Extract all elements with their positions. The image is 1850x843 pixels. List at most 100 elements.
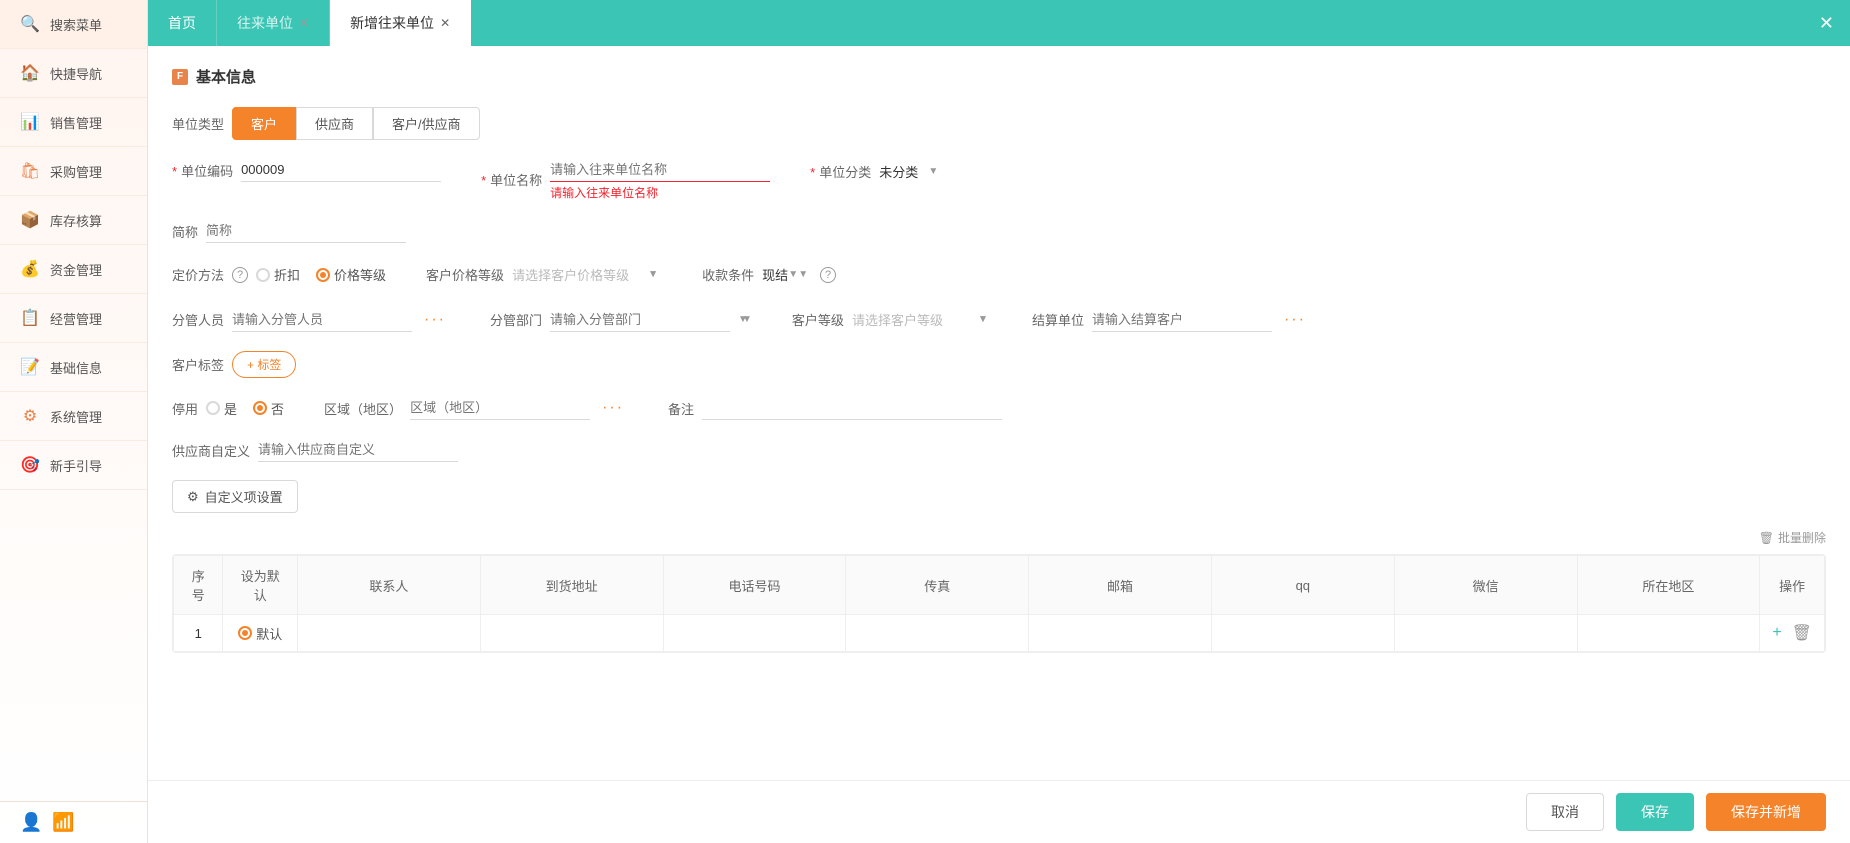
- gear-icon: ⚙: [187, 489, 199, 505]
- customer-tag-label: 客户标签: [172, 355, 224, 374]
- save-and-new-button[interactable]: 保存并新增: [1706, 793, 1826, 831]
- row-actions: + 🗑: [1772, 623, 1812, 643]
- disabled-radio-no[interactable]: 否: [253, 399, 284, 418]
- type-btn-customer[interactable]: 客户: [232, 107, 296, 140]
- cell-region[interactable]: [1577, 615, 1760, 652]
- wechat-input[interactable]: [1407, 626, 1565, 641]
- sidebar-item-purchase[interactable]: 🛍 采购管理: [0, 147, 147, 196]
- sidebar-bottom: 👤 📶: [0, 801, 147, 843]
- cell-qq[interactable]: [1211, 615, 1394, 652]
- tab-new-unit[interactable]: 新增往来单位 ✕: [330, 0, 471, 46]
- unit-code-label: 单位编码: [172, 161, 233, 180]
- region-cell-input[interactable]: [1590, 626, 1748, 641]
- finance-icon: 💰: [20, 259, 40, 279]
- custom-settings-btn[interactable]: ⚙ 自定义项设置: [172, 480, 298, 513]
- cell-email[interactable]: [1029, 615, 1212, 652]
- qq-input[interactable]: [1224, 626, 1382, 641]
- department-input[interactable]: [550, 308, 730, 332]
- tab-units[interactable]: 往来单位 ✕: [217, 0, 330, 46]
- payment-terms-label: 收款条件: [702, 265, 754, 284]
- type-btn-supplier[interactable]: 供应商: [296, 107, 373, 140]
- fax-input[interactable]: [858, 626, 1016, 641]
- col-email: 邮箱: [1029, 556, 1212, 615]
- customer-price-level-field: 客户价格等级 请选择客户价格等级 ▼: [426, 261, 662, 288]
- unit-name-error: 请输入往来单位名称: [550, 184, 770, 201]
- sidebar-item-quicknav[interactable]: 🏠 快捷导航: [0, 49, 147, 98]
- tab-units-close[interactable]: ✕: [299, 16, 309, 30]
- unit-name-input[interactable]: [550, 158, 770, 182]
- customer-level-placeholder[interactable]: 请选择客户等级: [852, 306, 992, 333]
- content-area: F 基本信息 单位类型 客户 供应商 客户/供应商 单位编码 单位名称: [148, 46, 1850, 780]
- region-input[interactable]: [410, 396, 590, 420]
- add-tag-btn[interactable]: + 标签: [232, 351, 296, 378]
- default-radio[interactable]: 默认: [235, 624, 285, 643]
- customer-price-level-placeholder[interactable]: 请选择客户价格等级: [512, 261, 662, 288]
- phone-input[interactable]: [676, 626, 834, 641]
- close-all-tabs[interactable]: ✕: [1803, 13, 1850, 34]
- customer-tag-row: 客户标签 + 标签: [172, 351, 1826, 378]
- sidebar-item-guide[interactable]: 🎯 新手引导: [0, 441, 147, 490]
- sidebar-item-inventory[interactable]: 📦 库存核算: [0, 196, 147, 245]
- cell-phone[interactable]: [663, 615, 846, 652]
- tab-home[interactable]: 首页: [148, 0, 217, 46]
- unit-type-row: 单位类型 客户 供应商 客户/供应商: [172, 107, 1826, 140]
- unit-name-input-group: 请输入往来单位名称: [550, 158, 770, 201]
- no-radio-dot: [253, 401, 267, 415]
- remark-input[interactable]: [702, 396, 1002, 420]
- col-fax: 传真: [846, 556, 1029, 615]
- cell-wechat[interactable]: [1394, 615, 1577, 652]
- sidebar-item-basicinfo[interactable]: 📝 基础信息: [0, 343, 147, 392]
- sidebar-item-sales[interactable]: 📊 销售管理: [0, 98, 147, 147]
- address-input[interactable]: [493, 626, 651, 641]
- tab-new-unit-close[interactable]: ✕: [440, 16, 450, 30]
- expand-icon[interactable]: 📶: [52, 812, 74, 833]
- sidebar-item-search[interactable]: 🔍 搜索菜单: [0, 0, 147, 49]
- disabled-radio-yes[interactable]: 是: [206, 399, 237, 418]
- cell-fax[interactable]: [846, 615, 1029, 652]
- contact-table-wrapper: 序号 设为默认 联系人 到货地址 电话号码 传真 邮箱 qq 微信 所在地区 操…: [172, 554, 1826, 653]
- unit-code-input[interactable]: [241, 158, 441, 182]
- manager-more-btn[interactable]: ···: [420, 311, 450, 329]
- table-header: 序号 设为默认 联系人 到货地址 电话号码 传真 邮箱 qq 微信 所在地区 操…: [174, 556, 1825, 615]
- batch-delete-area[interactable]: 🗑 批量删除: [172, 529, 1826, 546]
- guide-icon: 🎯: [20, 455, 40, 475]
- customer-price-level-select-wrapper: 请选择客户价格等级 ▼: [512, 261, 662, 288]
- customer-level-select-wrapper: 请选择客户等级 ▼: [852, 306, 992, 333]
- email-input[interactable]: [1041, 626, 1199, 641]
- sidebar-item-operations[interactable]: 📋 经营管理: [0, 294, 147, 343]
- short-name-label: 简称: [172, 222, 198, 241]
- short-name-input[interactable]: [206, 219, 406, 243]
- cell-contact[interactable]: [298, 615, 481, 652]
- pricing-radio-level[interactable]: 价格等级: [316, 265, 386, 284]
- sidebar-item-system[interactable]: ⚙ 系统管理: [0, 392, 147, 441]
- pricing-method-label: 定价方法: [172, 265, 224, 284]
- sidebar-item-finance[interactable]: 💰 资金管理: [0, 245, 147, 294]
- add-row-icon[interactable]: +: [1772, 624, 1781, 642]
- table-row: 1 默认: [174, 615, 1825, 652]
- disabled-label: 停用: [172, 399, 198, 418]
- delete-row-icon[interactable]: 🗑: [1792, 623, 1812, 643]
- payment-help-icon[interactable]: ?: [820, 267, 836, 283]
- region-more-btn[interactable]: ···: [598, 399, 628, 417]
- supplier-custom-label: 供应商自定义: [172, 441, 250, 460]
- payment-terms-field: 收款条件 现结 ▼ ?: [702, 261, 836, 288]
- pricing-radio-group: 折扣 价格等级: [256, 265, 386, 284]
- contact-input[interactable]: [310, 626, 468, 641]
- payment-terms-value[interactable]: 现结: [762, 261, 812, 288]
- unit-category-value[interactable]: 未分类: [879, 158, 942, 185]
- pricing-help-icon[interactable]: ?: [232, 267, 248, 283]
- manager-input[interactable]: [232, 308, 412, 332]
- cell-address[interactable]: [480, 615, 663, 652]
- save-button[interactable]: 保存: [1616, 793, 1694, 831]
- cell-default: 默认: [223, 615, 298, 652]
- supplier-custom-input[interactable]: [258, 438, 458, 462]
- cancel-button[interactable]: 取消: [1526, 793, 1604, 831]
- settlement-unit-more-btn[interactable]: ···: [1280, 311, 1310, 329]
- settlement-unit-field: 结算单位 ···: [1032, 308, 1310, 332]
- user-icon[interactable]: 👤: [20, 812, 42, 833]
- type-btn-both[interactable]: 客户/供应商: [373, 107, 480, 140]
- unit-type-label: 单位类型: [172, 114, 224, 133]
- pricing-radio-discount[interactable]: 折扣: [256, 265, 300, 284]
- settlement-unit-input[interactable]: [1092, 308, 1272, 332]
- col-qq: qq: [1211, 556, 1394, 615]
